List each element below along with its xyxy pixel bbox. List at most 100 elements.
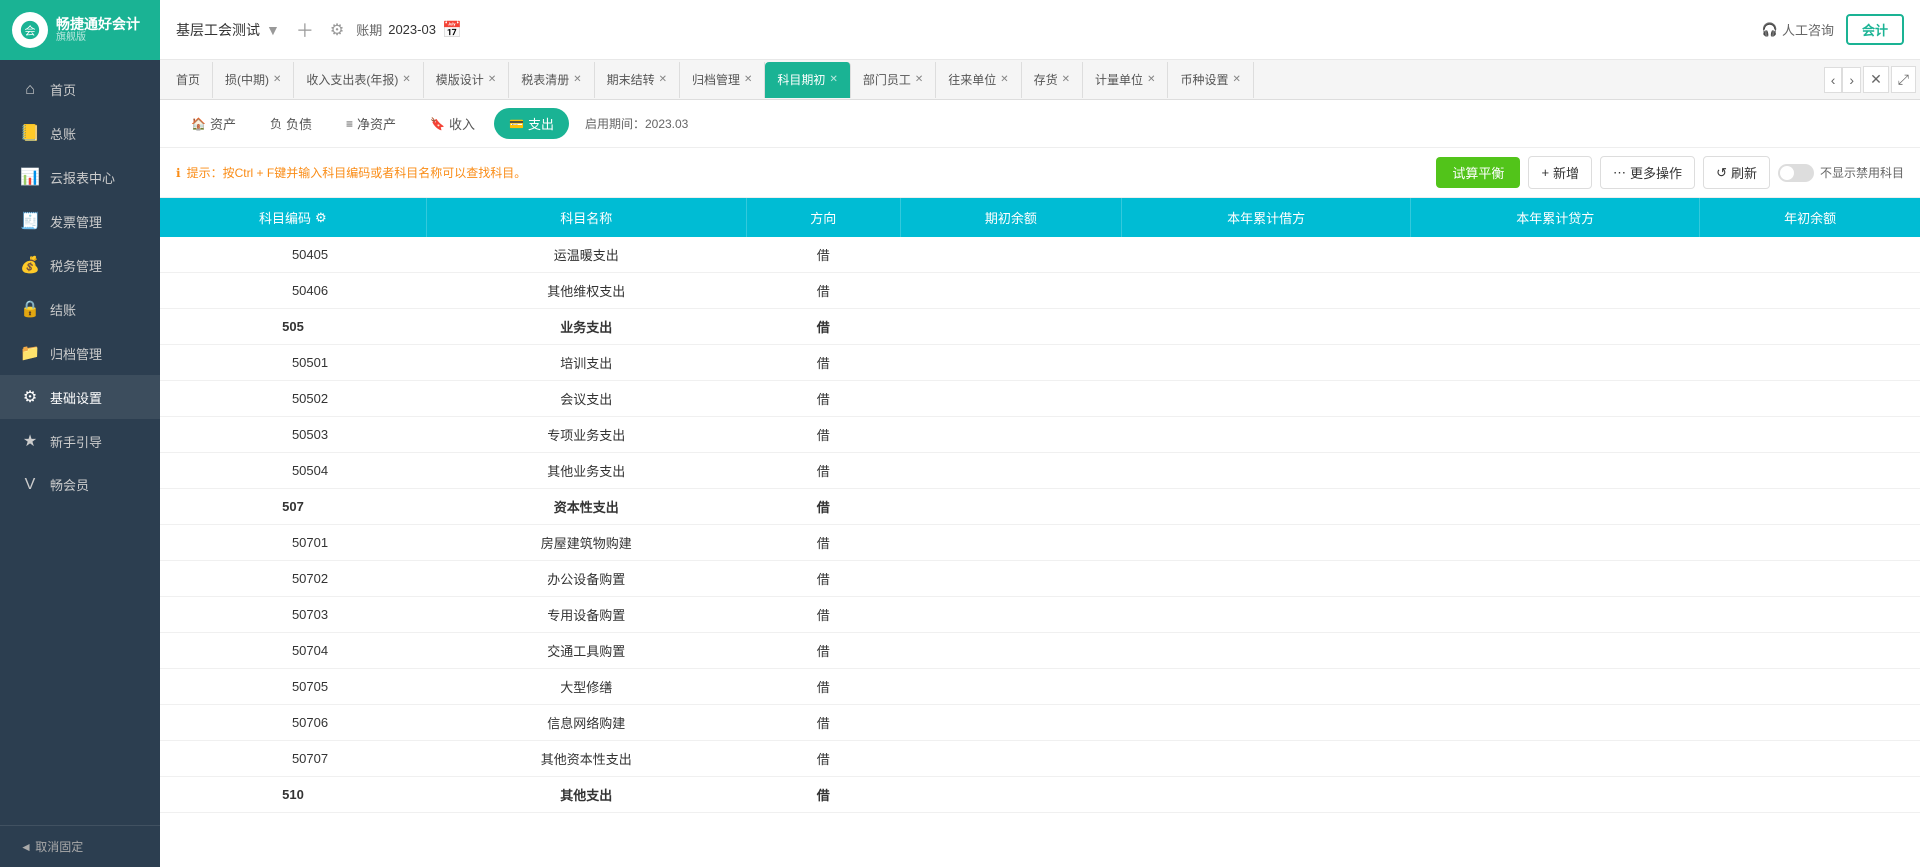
col-code: 科目编码 ⚙ — [160, 198, 426, 237]
table-row[interactable]: 50707其他资本性支出借 — [160, 741, 1920, 777]
tab-inventory[interactable]: 存货 ✕ — [1022, 62, 1083, 98]
table-row[interactable]: 50706信息网络购建借 — [160, 705, 1920, 741]
subtab-income-label: 收入 — [449, 114, 475, 133]
headset-icon: 🎧 — [1762, 22, 1778, 38]
cell-name: 运温暖支出 — [426, 237, 746, 273]
sidebar-item-settings[interactable]: ⚙ 基础设置 — [0, 375, 160, 419]
subtab-liability-label: 负债 — [286, 114, 312, 133]
tab-close-all-btn[interactable]: ✕ — [1863, 66, 1889, 93]
tab-tax[interactable]: 税表清册 ✕ — [509, 62, 594, 98]
table-row[interactable]: 50501培训支出借 — [160, 345, 1920, 381]
sidebar-item-tax[interactable]: 💰 税务管理 — [0, 243, 160, 287]
subtab-asset[interactable]: 🏠 资产 — [176, 108, 251, 139]
cell-ytd-credit — [1411, 597, 1700, 633]
topbar-settings-icon[interactable]: ⚙ — [330, 20, 344, 40]
sidebar-item-home[interactable]: ⌂ 首页 — [0, 68, 160, 111]
cell-year-opening — [1700, 489, 1920, 525]
tab-unit[interactable]: 往来单位 ✕ — [936, 62, 1021, 98]
tab-subject-init[interactable]: 科目期初 ✕ — [765, 62, 850, 98]
sidebar-item-guide[interactable]: ★ 新手引导 — [0, 419, 160, 463]
tab-archive-close[interactable]: ✕ — [744, 74, 752, 85]
tab-currency-close[interactable]: ✕ — [1232, 74, 1240, 85]
more-btn[interactable]: ⋯ 更多操作 — [1600, 156, 1695, 189]
disabled-toggle[interactable] — [1778, 164, 1814, 182]
tab-archive-label: 归档管理 — [692, 71, 740, 88]
sidebar-item-close[interactable]: 🔒 结账 — [0, 287, 160, 331]
calendar-icon[interactable]: 📅 — [442, 20, 462, 40]
company-selector[interactable]: 基层工会测试 ▼ — [176, 20, 280, 40]
cell-dir: 借 — [746, 417, 900, 453]
tab-template-label: 模版设计 — [436, 71, 484, 88]
user-role-btn[interactable]: 会计 — [1846, 14, 1904, 45]
invoice-icon: 🧾 — [20, 211, 40, 231]
tab-period-end[interactable]: 期末结转 ✕ — [595, 62, 680, 98]
balance-btn[interactable]: 试算平衡 — [1436, 157, 1520, 188]
sidebar-item-ledger[interactable]: 📒 总账 — [0, 111, 160, 155]
tab-measure[interactable]: 计量单位 ✕ — [1083, 62, 1168, 98]
tab-scroll-right-btn[interactable]: › — [1842, 67, 1861, 93]
tab-archive[interactable]: 归档管理 ✕ — [680, 62, 765, 98]
cell-ytd-debit — [1122, 489, 1411, 525]
table-row[interactable]: 505业务支出借 — [160, 309, 1920, 345]
service-btn[interactable]: 🎧 人工咨询 — [1762, 20, 1834, 39]
table-row[interactable]: 50503专项业务支出借 — [160, 417, 1920, 453]
cell-opening — [900, 525, 1121, 561]
table-row[interactable]: 50703专用设备购置借 — [160, 597, 1920, 633]
tab-subject-init-close[interactable]: ✕ — [829, 74, 837, 85]
tab-inventory-close[interactable]: ✕ — [1062, 74, 1070, 85]
table-row[interactable]: 50502会议支出借 — [160, 381, 1920, 417]
subtab-asset-label: 资产 — [210, 114, 236, 133]
tab-home[interactable]: 首页 — [164, 62, 213, 98]
table-row[interactable]: 50701房屋建筑物购建借 — [160, 525, 1920, 561]
cell-year-opening — [1700, 273, 1920, 309]
subtab-liability[interactable]: 负 负债 — [255, 108, 327, 139]
tab-measure-close[interactable]: ✕ — [1147, 74, 1155, 85]
settings-col-icon[interactable]: ⚙ — [315, 210, 327, 226]
cell-name: 专用设备购置 — [426, 597, 746, 633]
tab-template-close[interactable]: ✕ — [488, 74, 496, 85]
tab-tax-close[interactable]: ✕ — [573, 74, 581, 85]
cell-year-opening — [1700, 705, 1920, 741]
table-container: 科目编码 ⚙ 科目名称 方向 期初余额 本年累计借方 本年累计贷方 年初余额 5… — [160, 198, 1920, 867]
tab-mid[interactable]: 损(中期) ✕ — [213, 62, 294, 98]
tab-unit-close[interactable]: ✕ — [1000, 74, 1008, 85]
sidebar-item-reports[interactable]: 📊 云报表中心 — [0, 155, 160, 199]
table-row[interactable]: 510其他支出借 — [160, 777, 1920, 813]
table-row[interactable]: 50702办公设备购置借 — [160, 561, 1920, 597]
cell-code: 50701 — [160, 525, 426, 561]
table-row[interactable]: 50504其他业务支出借 — [160, 453, 1920, 489]
asset-icon: 🏠 — [191, 117, 206, 131]
tab-dept-label: 部门员工 — [863, 71, 911, 88]
col-code-label: 科目编码 — [259, 208, 311, 227]
tab-currency[interactable]: 币种设置 ✕ — [1168, 62, 1253, 98]
subtab-expense[interactable]: 💳 支出 — [494, 108, 569, 139]
refresh-btn[interactable]: ↺ 刷新 — [1703, 156, 1770, 189]
table-row[interactable]: 50406其他维权支出借 — [160, 273, 1920, 309]
cell-dir: 借 — [746, 705, 900, 741]
tab-income[interactable]: 收入支出表(年报) ✕ — [294, 62, 423, 98]
cell-ytd-credit — [1411, 561, 1700, 597]
table-row[interactable]: 507资本性支出借 — [160, 489, 1920, 525]
add-company-btn[interactable]: ＋ — [292, 17, 318, 43]
subtab-income[interactable]: 🔖 收入 — [415, 108, 490, 139]
sidebar-collapse-btn[interactable]: ◄ 取消固定 — [0, 825, 160, 867]
tab-scroll-left-btn[interactable]: ‹ — [1824, 67, 1843, 93]
sidebar-item-archive[interactable]: 📁 归档管理 — [0, 331, 160, 375]
refresh-icon: ↺ — [1716, 165, 1727, 181]
sidebar-item-invoice[interactable]: 🧾 发票管理 — [0, 199, 160, 243]
table-row[interactable]: 50705大型修缮借 — [160, 669, 1920, 705]
subtab-net-asset[interactable]: ≡ 净资产 — [331, 108, 411, 139]
sidebar-label-guide: 新手引导 — [50, 432, 102, 451]
sidebar-item-member[interactable]: V 畅会员 — [0, 463, 160, 506]
tab-expand-btn[interactable]: ⤢ — [1891, 66, 1916, 93]
tab-dept-close[interactable]: ✕ — [915, 74, 923, 85]
add-btn[interactable]: + 新增 — [1528, 156, 1592, 189]
tab-income-close[interactable]: ✕ — [402, 74, 410, 85]
tab-period-end-close[interactable]: ✕ — [659, 74, 667, 85]
tab-template[interactable]: 模版设计 ✕ — [424, 62, 509, 98]
table-row[interactable]: 50405运温暖支出借 — [160, 237, 1920, 273]
tab-currency-label: 币种设置 — [1180, 71, 1228, 88]
tab-dept[interactable]: 部门员工 ✕ — [851, 62, 936, 98]
tab-mid-close[interactable]: ✕ — [273, 74, 281, 85]
table-row[interactable]: 50704交通工具购置借 — [160, 633, 1920, 669]
